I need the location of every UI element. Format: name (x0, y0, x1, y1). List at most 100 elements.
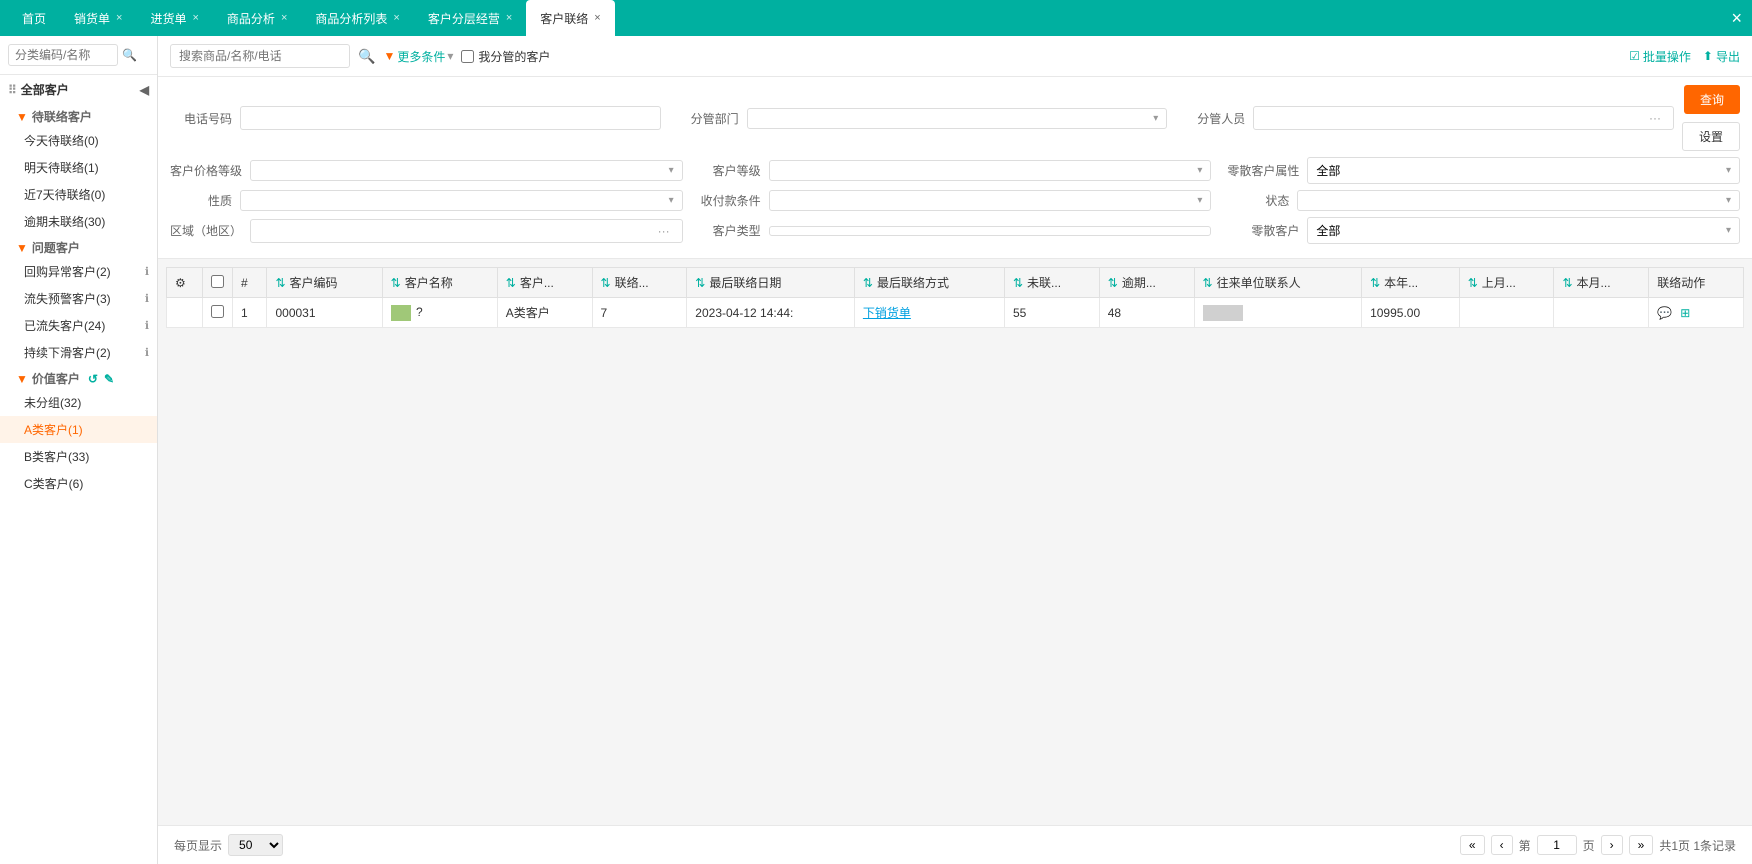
nav-product-analysis[interactable]: 商品分析 × (213, 0, 301, 36)
close-all-tabs-icon[interactable]: × (1731, 8, 1742, 29)
sidebar-item-repurchase-abnormal[interactable]: 回购异常客户(2) ℹ (0, 258, 157, 285)
page-size-select[interactable]: 50 100 200 (228, 834, 283, 856)
last-page-btn[interactable]: » (1629, 835, 1654, 855)
sidebar-search-input[interactable] (8, 44, 118, 66)
query-settings-col: 查询 设置 (1674, 85, 1740, 151)
sidebar-item-c-class[interactable]: C类客户(6) (0, 470, 157, 497)
filter-payment-cell: 收付款条件 ▾ (699, 190, 1212, 211)
sidebar-item-loss-warning[interactable]: 流失预警客户(3) ℹ (0, 285, 157, 312)
col-last-contact-method[interactable]: ⇅最后联络方式 (854, 268, 1004, 298)
retail-customer-down-arrow: ▾ (1726, 225, 1731, 236)
row-checkbox-cell[interactable] (203, 298, 233, 328)
advanced-filter: 电话号码 分管部门 ▾ 分管人员 ··· (158, 77, 1752, 259)
col-no-contact-days[interactable]: ⇅未联... (1004, 268, 1099, 298)
sidebar-item-ungrouped[interactable]: 未分组(32) (0, 389, 157, 416)
close-purchase-icon[interactable]: × (192, 12, 198, 24)
col-this-month[interactable]: ⇅本月... (1554, 268, 1649, 298)
col-last-contact-date[interactable]: ⇅最后联络日期 (687, 268, 855, 298)
col-code[interactable]: ⇅客户编码 (267, 268, 382, 298)
main-search-icon[interactable]: 🔍 (358, 48, 375, 65)
select-all-checkbox[interactable] (211, 275, 224, 288)
more-conditions-btn[interactable]: ▼ 更多条件 ▾ (383, 48, 453, 65)
sidebar-item-b-class[interactable]: B类客户(33) (0, 443, 157, 470)
payment-select[interactable]: ▾ (769, 190, 1212, 211)
customer-type-select[interactable] (769, 226, 1212, 236)
sort-icon-code: ⇅ (275, 276, 285, 290)
dept-select[interactable]: ▾ (747, 108, 1168, 129)
dept-label: 分管部门 (677, 110, 747, 127)
nav-product-analysis-list[interactable]: 商品分析列表 × (301, 0, 413, 36)
sort-icon-thismonth: ⇅ (1562, 276, 1572, 290)
nav-customer-contact[interactable]: 客户联络 × (526, 0, 614, 36)
batch-op-btn[interactable]: ☑ 批量操作 (1629, 48, 1691, 65)
nature-select[interactable]: ▾ (240, 190, 683, 211)
col-last-month[interactable]: ⇅上月... (1459, 268, 1554, 298)
col-overdue-days[interactable]: ⇅逾期... (1099, 268, 1194, 298)
row-no-contact-cell: 55 (1004, 298, 1099, 328)
phone-input[interactable] (240, 106, 661, 130)
sidebar-all-customers[interactable]: ⠿ 全部客户 ◀ (0, 75, 157, 104)
page-number-input[interactable] (1537, 835, 1577, 855)
sidebar-item-lost[interactable]: 已流失客户(24) ℹ (0, 312, 157, 339)
main-search-input[interactable] (170, 44, 350, 68)
sidebar-item-a-class[interactable]: A类客户(1) (0, 416, 157, 443)
table-area: ⚙ # ⇅客户编码 ⇅客户名称 ⇅客户... ⇅联络... ⇅最后联络日期 ⇅最… (158, 259, 1752, 825)
filter-price-level-cell: 客户价格等级 ▾ (170, 160, 683, 181)
next-page-btn[interactable]: › (1601, 835, 1623, 855)
col-customer-level[interactable]: ⇅客户... (497, 268, 592, 298)
person-select[interactable]: ··· (1253, 106, 1674, 130)
col-settings[interactable]: ⚙ (167, 268, 203, 298)
sidebar-item-tomorrow-pending[interactable]: 明天待联络(1) (0, 154, 157, 181)
table-header-row: ⚙ # ⇅客户编码 ⇅客户名称 ⇅客户... ⇅联络... ⇅最后联络日期 ⇅最… (167, 268, 1744, 298)
data-table: ⚙ # ⇅客户编码 ⇅客户名称 ⇅客户... ⇅联络... ⇅最后联络日期 ⇅最… (166, 267, 1744, 328)
col-contact-count[interactable]: ⇅联络... (592, 268, 687, 298)
close-product-analysis-list-icon[interactable]: × (393, 12, 399, 24)
person-dots-icon[interactable]: ··· (1645, 111, 1665, 125)
area-select[interactable]: ··· (250, 219, 683, 243)
close-customer-contact-icon[interactable]: × (594, 12, 600, 24)
nav-purchase[interactable]: 进货单 × (136, 0, 212, 36)
row-checkbox-0[interactable] (211, 305, 224, 318)
area-dots-icon[interactable]: ··· (654, 224, 674, 238)
close-customer-tier-icon[interactable]: × (506, 12, 512, 24)
sort-icon-date: ⇅ (695, 276, 705, 290)
query-button[interactable]: 查询 (1684, 85, 1740, 114)
nav-customer-tier[interactable]: 客户分层经营 × (414, 0, 526, 36)
price-level-select[interactable]: ▾ (250, 160, 683, 181)
status-select[interactable]: ▾ (1297, 190, 1740, 211)
close-product-analysis-icon[interactable]: × (281, 12, 287, 24)
retail-attr-select[interactable]: 全部 ▾ (1307, 157, 1740, 184)
retail-attr-down-arrow: ▾ (1726, 165, 1731, 176)
sidebar-item-today-pending[interactable]: 今天待联络(0) (0, 127, 157, 154)
customer-level-select[interactable]: ▾ (769, 160, 1212, 181)
last-method-link[interactable]: 下销货单 (863, 306, 911, 320)
payment-label: 收付款条件 (699, 192, 769, 209)
edit-icon[interactable]: ✎ (104, 372, 114, 386)
col-this-year[interactable]: ⇅本年... (1362, 268, 1460, 298)
settings-button[interactable]: 设置 (1682, 122, 1740, 151)
main-layout: 🔍 ⠿ 全部客户 ◀ ▼ 待联络客户 今天待联络(0) 明天待联络(1) 近7天… (0, 36, 1752, 864)
action-icons: 💬 ⊞ (1657, 306, 1735, 320)
refresh-icon[interactable]: ↺ (88, 372, 98, 386)
sidebar-item-declining[interactable]: 持续下滑客户(2) ℹ (0, 339, 157, 366)
col-name[interactable]: ⇅客户名称 (382, 268, 497, 298)
payment-down-arrow: ▾ (1197, 195, 1202, 206)
retail-customer-label: 零散客户 (1227, 222, 1307, 239)
sidebar-item-overdue[interactable]: 逾期未联络(30) (0, 208, 157, 235)
retail-customer-select[interactable]: 全部 ▾ (1307, 217, 1740, 244)
sidebar-item-7days-pending[interactable]: 近7天待联络(0) (0, 181, 157, 208)
col-checkbox-header[interactable] (203, 268, 233, 298)
my-customers-checkbox[interactable] (461, 50, 474, 63)
first-page-btn[interactable]: « (1460, 835, 1485, 855)
nav-sales[interactable]: 销货单 × (60, 0, 136, 36)
sidebar-search-icon[interactable]: 🔍 (122, 48, 137, 62)
col-unit-contact[interactable]: ⇅往来单位联系人 (1194, 268, 1362, 298)
my-customers-checkbox-label[interactable]: 我分管的客户 (461, 48, 550, 65)
export-btn[interactable]: ⬆ 导出 (1703, 48, 1740, 65)
close-sales-icon[interactable]: × (116, 12, 122, 24)
prev-page-btn[interactable]: ‹ (1491, 835, 1513, 855)
nav-home[interactable]: 首页 (8, 0, 60, 36)
row-last-method-cell[interactable]: 下销货单 (854, 298, 1004, 328)
chat-icon[interactable]: 💬 (1657, 306, 1672, 320)
grid-action-icon[interactable]: ⊞ (1680, 306, 1690, 320)
